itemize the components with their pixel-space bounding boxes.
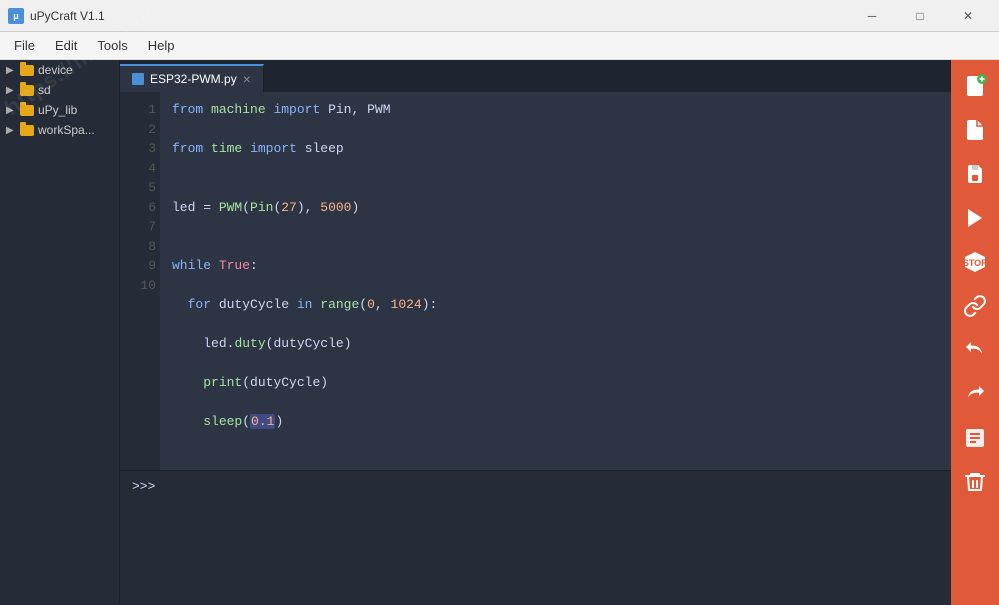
arrow-icon: ▶ — [6, 65, 16, 76]
folder-icon — [20, 105, 34, 116]
sidebar-item-sd[interactable]: ▶ sd — [0, 80, 119, 100]
maximize-button[interactable]: □ — [897, 0, 943, 32]
svg-text:STOP: STOP — [963, 258, 987, 268]
open-file-button[interactable] — [955, 110, 995, 150]
sidebar-label-device: device — [38, 63, 73, 77]
menu-bar: File Edit Tools Help — [0, 32, 999, 60]
delete-button[interactable] — [955, 462, 995, 502]
arrow-icon: ▶ — [6, 85, 16, 96]
menu-help[interactable]: Help — [138, 34, 185, 57]
title-text: uPyCraft V1.1 — [30, 9, 105, 23]
redo-button[interactable] — [955, 374, 995, 414]
repl-content[interactable]: >>> — [120, 471, 951, 605]
repl-prompt: >>> — [132, 479, 155, 494]
folder-icon — [20, 65, 34, 76]
arrow-icon: ▶ — [6, 125, 16, 136]
line-numbers: 12345678910 — [120, 92, 160, 470]
undo-button[interactable] — [955, 330, 995, 370]
run-button[interactable] — [955, 198, 995, 238]
menu-tools[interactable]: Tools — [87, 34, 137, 57]
minimize-button[interactable]: ─ — [849, 0, 895, 32]
code-content[interactable]: from machine import Pin, PWM from time i… — [160, 92, 951, 470]
close-button[interactable]: ✕ — [945, 0, 991, 32]
tab-bar: ESP32-PWM.py × — [120, 60, 951, 92]
sidebar-label-sd: sd — [38, 83, 51, 97]
main-content: ▶ device ▶ sd ▶ uPy_lib ▶ workSpa... ESP… — [0, 60, 999, 605]
menu-file[interactable]: File — [4, 34, 45, 57]
folder-icon — [20, 125, 34, 136]
title-bar: μ uPyCraft V1.1 ─ □ ✕ — [0, 0, 999, 32]
app-icon: μ — [8, 8, 24, 24]
tab-esp32pwm[interactable]: ESP32-PWM.py × — [120, 64, 264, 92]
code-editor: 12345678910 from machine import Pin, PWM… — [120, 92, 951, 470]
folder-icon — [20, 85, 34, 96]
right-toolbar: STOP — [951, 60, 999, 605]
window-controls: ─ □ ✕ — [849, 0, 991, 32]
sidebar-label-workspace: workSpa... — [38, 123, 95, 137]
file-icon — [132, 73, 144, 85]
sidebar-item-upylib[interactable]: ▶ uPy_lib — [0, 100, 119, 120]
menu-edit[interactable]: Edit — [45, 34, 87, 57]
sidebar-item-device[interactable]: ▶ device — [0, 60, 119, 80]
title-left: μ uPyCraft V1.1 — [8, 8, 105, 24]
stop-button[interactable]: STOP — [955, 242, 995, 282]
save-file-button[interactable] — [955, 154, 995, 194]
tab-filename: ESP32-PWM.py — [150, 72, 237, 86]
tab-close-button[interactable]: × — [243, 72, 251, 86]
arrow-icon: ▶ — [6, 105, 16, 116]
sidebar-label-upylib: uPy_lib — [38, 103, 77, 117]
sidebar: ▶ device ▶ sd ▶ uPy_lib ▶ workSpa... — [0, 60, 120, 605]
new-file-button[interactable] — [955, 66, 995, 106]
connect-button[interactable] — [955, 286, 995, 326]
flash-button[interactable] — [955, 418, 995, 458]
sidebar-item-workspace[interactable]: ▶ workSpa... — [0, 120, 119, 140]
editor-area: ESP32-PWM.py × 12345678910 from machine … — [120, 60, 951, 605]
repl-area: >>> — [120, 470, 951, 605]
